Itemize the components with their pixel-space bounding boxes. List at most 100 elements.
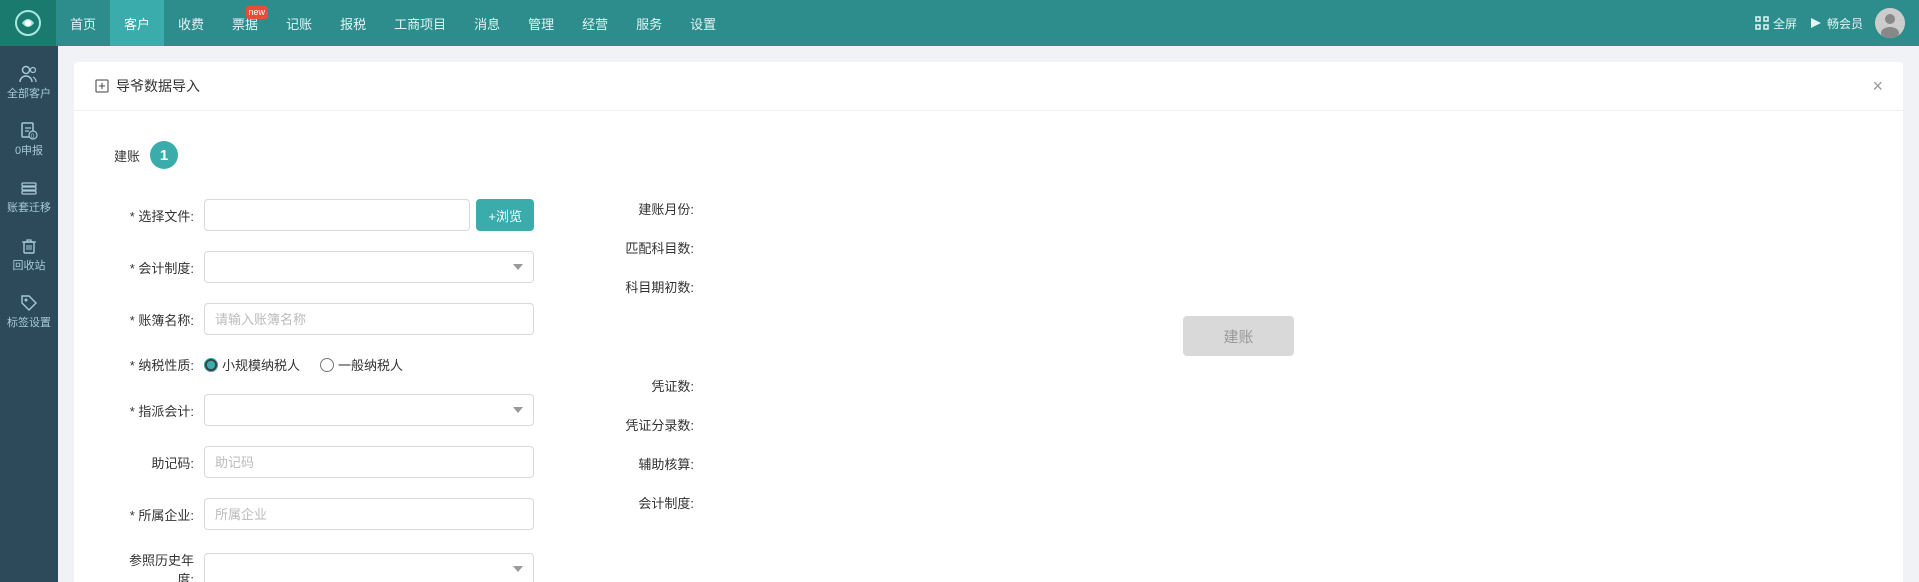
- label-accounting: * 会计制度:: [114, 258, 204, 277]
- import-icon: [94, 78, 110, 94]
- panel-title: 导爷数据导入: [94, 76, 200, 96]
- panel-body: 建账 1 * 选择文件: +浏览: [74, 111, 1903, 582]
- label-file: * 选择文件:: [114, 206, 204, 225]
- panel-header: 导爷数据导入 ×: [74, 62, 1903, 111]
- nav-fees[interactable]: 收费: [164, 0, 218, 46]
- label-ref-year: 参照历史年度:: [114, 550, 204, 582]
- mnemonic-input-wrapper: [204, 446, 534, 478]
- main-content: 导爷数据导入 × 建账 1 * 选择文件:: [58, 46, 1919, 582]
- nav-bills[interactable]: 票据 new: [218, 0, 272, 46]
- radio-general-taxpayer[interactable]: 一般纳税人: [320, 355, 403, 374]
- nav-messages[interactable]: 消息: [460, 0, 514, 46]
- form-group-mnemonic: 助记码:: [114, 446, 534, 478]
- file-input-wrapper: +浏览: [204, 199, 534, 231]
- ledger-name-input[interactable]: [204, 303, 534, 335]
- accountant-select[interactable]: [204, 394, 534, 426]
- right-field-entries: 凭证分录数:: [614, 415, 1863, 434]
- right-label-assist: 辅助核算:: [614, 454, 704, 473]
- tag-icon: [19, 293, 39, 313]
- step-area: 建账 1: [114, 141, 1863, 189]
- right-field-month: 建账月份:: [614, 199, 1863, 218]
- ref-year-select[interactable]: [204, 553, 534, 582]
- sidebar-item-tags[interactable]: 标签设置: [0, 283, 58, 340]
- step-badge: 1: [150, 141, 178, 169]
- right-label-month: 建账月份:: [614, 199, 704, 218]
- right-label-entries: 凭证分录数:: [614, 415, 704, 434]
- sidebar-item-zero-declare[interactable]: 0 0申报: [0, 111, 58, 168]
- form-section: * 选择文件: +浏览 * 会计制度:: [114, 199, 1863, 582]
- close-button[interactable]: ×: [1872, 77, 1883, 95]
- label-mnemonic: 助记码:: [114, 453, 204, 472]
- right-label-match: 匹配科目数:: [614, 238, 704, 257]
- fullscreen-button[interactable]: 全屏: [1755, 15, 1797, 32]
- nav-manage[interactable]: 管理: [514, 0, 568, 46]
- label-company: * 所属企业:: [114, 505, 204, 524]
- right-field-match: 匹配科目数:: [614, 238, 1863, 257]
- sidebar-item-recycle[interactable]: 回收站: [0, 226, 58, 283]
- nav-operation[interactable]: 经营: [568, 0, 622, 46]
- nav-bookkeeping[interactable]: 记账: [272, 0, 326, 46]
- radio-small-label: 小规模纳税人: [222, 355, 300, 374]
- nav-customers[interactable]: 客户: [110, 0, 164, 46]
- radio-small-input[interactable]: [204, 358, 218, 372]
- nav-right: 全屏 畅会员: [1755, 8, 1919, 38]
- main-layout: 全部客户 0 0申报 账套迁移 回收站: [0, 46, 1919, 582]
- radio-small-taxpayer[interactable]: 小规模纳税人: [204, 355, 300, 374]
- trash-icon: [19, 236, 39, 256]
- tax-radio-wrapper: 小规模纳税人 一般纳税人: [204, 355, 534, 374]
- nav-home[interactable]: 首页: [56, 0, 110, 46]
- build-account-button[interactable]: 建账: [1183, 316, 1293, 356]
- nav-items: 首页 客户 收费 票据 new 记账 报税 工商项目 消息 管理 经营 服务 设…: [56, 0, 1755, 46]
- users-icon: [19, 64, 39, 84]
- layers-icon: [19, 178, 39, 198]
- sidebar-label-all-customers: 全部客户: [7, 88, 51, 101]
- form-group-tax: * 纳税性质: 小规模纳税人 一般纳税人: [114, 355, 534, 374]
- form-left: * 选择文件: +浏览 * 会计制度:: [114, 199, 534, 582]
- fullscreen-icon: [1755, 16, 1769, 30]
- accounting-system-select[interactable]: [204, 251, 534, 283]
- top-nav: 首页 客户 收费 票据 new 记账 报税 工商项目 消息 管理 经营 服务 设…: [0, 0, 1919, 46]
- sidebar-label-tags: 标签设置: [7, 317, 51, 330]
- tax-radio-group: 小规模纳税人 一般纳税人: [204, 355, 403, 374]
- play-icon: [1809, 16, 1823, 30]
- sidebar-label-zero-declare: 0申报: [15, 145, 43, 158]
- company-input-wrapper: [204, 498, 534, 530]
- sidebar: 全部客户 0 0申报 账套迁移 回收站: [0, 46, 58, 582]
- step-label: 建账: [114, 146, 140, 165]
- nav-service[interactable]: 服务: [622, 0, 676, 46]
- file-input-display: [204, 199, 470, 231]
- label-accountant: * 指派会计:: [114, 401, 204, 420]
- mnemonic-input[interactable]: [204, 446, 534, 478]
- right-label-acct-system: 会计制度:: [614, 493, 704, 512]
- avatar-icon: [1875, 8, 1905, 38]
- radio-general-input[interactable]: [320, 358, 334, 372]
- avatar[interactable]: [1875, 8, 1905, 38]
- accounting-select-wrapper: [204, 251, 534, 283]
- right-label-initial: 科目期初数:: [614, 277, 704, 296]
- nav-business[interactable]: 工商项目: [380, 0, 460, 46]
- ref-year-select-wrapper: [204, 553, 534, 582]
- company-input[interactable]: [204, 498, 534, 530]
- new-badge: new: [246, 6, 269, 19]
- form-group-ref-year: 参照历史年度:: [114, 550, 534, 582]
- label-tax: * 纳税性质:: [114, 355, 204, 374]
- nav-settings[interactable]: 设置: [676, 0, 730, 46]
- main-panel: 导爷数据导入 × 建账 1 * 选择文件:: [74, 62, 1903, 582]
- right-field-voucher: 凭证数:: [614, 376, 1863, 395]
- right-label-voucher: 凭证数:: [614, 376, 704, 395]
- sidebar-item-all-customers[interactable]: 全部客户: [0, 54, 58, 111]
- form-group-company: * 所属企业:: [114, 498, 534, 530]
- form-group-file: * 选择文件: +浏览: [114, 199, 534, 231]
- radio-general-label: 一般纳税人: [338, 355, 403, 374]
- sidebar-label-migrate: 账套迁移: [7, 202, 51, 215]
- member-button[interactable]: 畅会员: [1809, 15, 1863, 32]
- right-field-assist: 辅助核算:: [614, 454, 1863, 473]
- nav-tax[interactable]: 报税: [326, 0, 380, 46]
- right-field-initial: 科目期初数:: [614, 277, 1863, 296]
- sidebar-item-migrate[interactable]: 账套迁移: [0, 168, 58, 225]
- ledger-input-wrapper: [204, 303, 534, 335]
- sidebar-label-recycle: 回收站: [13, 260, 46, 273]
- browse-button[interactable]: +浏览: [476, 199, 534, 231]
- form-group-accountant: * 指派会计:: [114, 394, 534, 426]
- file-icon: 0: [19, 121, 39, 141]
